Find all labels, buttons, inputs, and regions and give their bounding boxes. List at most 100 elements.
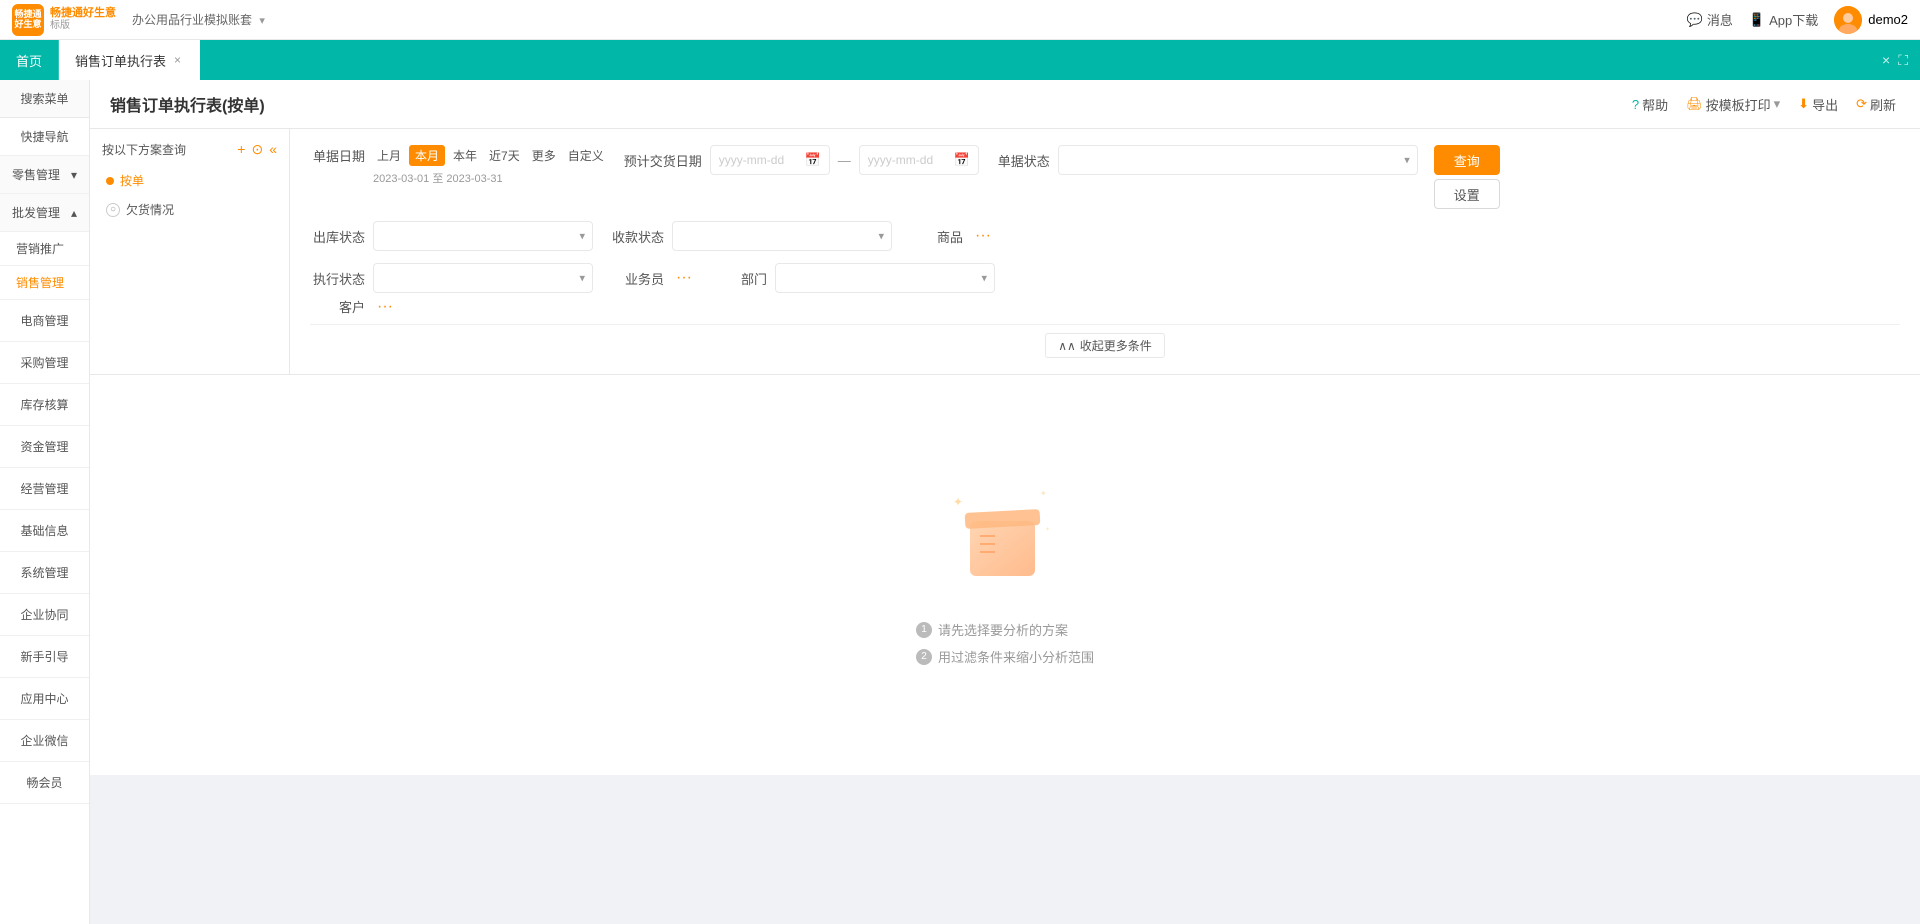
date-tab-more[interactable]: 更多 <box>528 145 560 166</box>
empty-tip-1: 1 请先选择要分析的方案 <box>916 620 1094 639</box>
date-range-expected: yyyy-mm-dd 📅 — yyyy-mm-dd 📅 <box>710 145 979 175</box>
doc-status-label: 单据状态 <box>995 151 1050 170</box>
date-separator: — <box>834 153 855 168</box>
settings-button[interactable]: 设置 <box>1434 179 1500 209</box>
chevron-up-icon: ▴ <box>71 206 77 220</box>
query-btn-area: 查询 设置 <box>1434 145 1500 209</box>
expected-date-label: 预计交货日期 <box>624 151 702 170</box>
date-tab-last-month[interactable]: 上月 <box>373 145 405 166</box>
date-tab-this-month[interactable]: 本月 <box>409 145 445 166</box>
payment-status-select[interactable] <box>672 221 892 251</box>
expected-date-start[interactable]: yyyy-mm-dd 📅 <box>710 145 830 175</box>
customer-dots-btn[interactable]: ··· <box>373 298 397 316</box>
svg-text:✦: ✦ <box>1040 489 1047 498</box>
query-button[interactable]: 查询 <box>1434 145 1500 175</box>
filter-scheme-header: 按以下方案查询 + ⊙ « <box>90 141 289 166</box>
sidebar-item-operations[interactable]: 经营管理 <box>0 468 89 510</box>
exec-status-select[interactable] <box>373 263 593 293</box>
filter-doc-date: 单据日期 上月 本月 本年 近7天 更多 自定义 2023-03-0 <box>310 145 608 186</box>
mobile-icon: 📱 <box>1749 12 1765 28</box>
sidebar-item-enterprise-wechat[interactable]: 企业微信 <box>0 720 89 762</box>
collapse-button[interactable]: ∧∧ 收起更多条件 <box>1045 333 1165 358</box>
tab-bar-actions: × ⛶ <box>1870 40 1920 80</box>
sidebar-item-finance[interactable]: 资金管理 <box>0 426 89 468</box>
empty-box-svg: ✦ ✦ ✦ <box>945 476 1065 596</box>
filter-row-2: 出库状态 收款状态 <box>310 221 1900 251</box>
app-logo: 畅捷通好生意 <box>12 4 44 36</box>
filter-row-1: 单据日期 上月 本月 本年 近7天 更多 自定义 2023-03-0 <box>310 145 1900 209</box>
logo-text: 畅捷通好生意 标版 <box>50 7 116 32</box>
goods-dots-btn[interactable]: ··· <box>971 227 995 245</box>
empty-tips: 1 请先选择要分析的方案 2 用过滤条件来缩小分析范围 <box>916 620 1094 674</box>
salesman-dots-btn[interactable]: ··· <box>672 269 696 287</box>
filter-department: 部门 <box>712 263 995 293</box>
add-scheme-icon[interactable]: + <box>237 141 245 158</box>
template-print-dropdown-icon[interactable]: ▾ <box>1774 96 1781 112</box>
sidebar-item-enterprise[interactable]: 企业协同 <box>0 594 89 636</box>
chevron-down-icon: ▾ <box>71 168 77 182</box>
department-select[interactable] <box>775 263 995 293</box>
empty-illustration: ✦ ✦ ✦ <box>945 476 1065 596</box>
ship-status-select[interactable] <box>373 221 593 251</box>
calendar-start-icon: 📅 <box>805 152 821 168</box>
filter-expected-date: 预计交货日期 yyyy-mm-dd 📅 — yyyy-mm-dd 📅 <box>624 145 979 175</box>
content-area: 销售订单执行表(按单) ? 帮助 🖨 按模板打印 ▾ ⬇ 导出 ⟳ 刷新 <box>90 80 1920 924</box>
sidebar: 搜索菜单 快捷导航 零售管理 ▾ 批发管理 ▴ 营销推广 销售管理 电商管理 采… <box>0 80 90 924</box>
help-button[interactable]: ? 帮助 <box>1628 93 1672 116</box>
scheme-active-dot <box>106 177 114 185</box>
refresh-icon: ⟳ <box>1856 96 1867 112</box>
refresh-button[interactable]: ⟳ 刷新 <box>1852 93 1900 116</box>
tip-num-2: 2 <box>916 649 932 665</box>
tab-close-button[interactable]: × <box>1882 52 1890 68</box>
username: demo2 <box>1868 12 1908 27</box>
date-tab-7days[interactable]: 近7天 <box>485 145 524 166</box>
sidebar-item-wholesale[interactable]: 批发管理 ▴ <box>0 194 89 232</box>
date-tab-this-year[interactable]: 本年 <box>449 145 481 166</box>
customer-label: 客户 <box>310 297 365 316</box>
department-label: 部门 <box>712 269 767 288</box>
sidebar-item-basic[interactable]: 基础信息 <box>0 510 89 552</box>
tab-home[interactable]: 首页 <box>0 40 59 80</box>
sidebar-item-member[interactable]: 畅会员 <box>0 762 89 804</box>
exec-status-select-wrapper <box>373 263 593 293</box>
message-icon: 💬 <box>1687 12 1703 28</box>
tab-maximize-button[interactable]: ⛶ <box>1898 52 1908 69</box>
date-tab-custom[interactable]: 自定义 <box>564 145 608 166</box>
sidebar-item-system[interactable]: 系统管理 <box>0 552 89 594</box>
doc-date-label: 单据日期 <box>310 146 365 165</box>
collapse-up-icon: ∧∧ <box>1058 339 1076 353</box>
collapse-scheme-icon[interactable]: « <box>269 141 277 158</box>
user-menu[interactable]: demo2 <box>1834 6 1908 34</box>
dropdown-icon[interactable]: ▾ <box>259 15 265 27</box>
sidebar-item-new-guide[interactable]: 新手引导 <box>0 636 89 678</box>
sidebar-item-purchase[interactable]: 采购管理 <box>0 342 89 384</box>
edit-scheme-icon[interactable]: ⊙ <box>251 141 263 158</box>
scheme-option-press-order[interactable]: 按单 <box>90 166 289 195</box>
sidebar-sub-marketing[interactable]: 营销推广 <box>0 232 89 266</box>
empty-tip-2: 2 用过滤条件来缩小分析范围 <box>916 647 1094 666</box>
sidebar-item-ecommerce[interactable]: 电商管理 <box>0 300 89 342</box>
filter-conditions: 单据日期 上月 本月 本年 近7天 更多 自定义 2023-03-0 <box>290 129 1920 374</box>
sidebar-sub-sales[interactable]: 销售管理 <box>0 266 89 300</box>
sidebar-item-app-center[interactable]: 应用中心 <box>0 678 89 720</box>
message-button[interactable]: 💬 消息 <box>1687 10 1733 29</box>
scheme-option-owed-goods[interactable]: ○ 欠货情况 <box>90 195 289 224</box>
sidebar-search-menu[interactable]: 搜索菜单 <box>0 80 89 118</box>
scheme-icons: + ⊙ « <box>237 141 277 158</box>
sidebar-item-retail[interactable]: 零售管理 ▾ <box>0 156 89 194</box>
page-title: 销售订单执行表(按单) <box>110 92 265 116</box>
template-print-button[interactable]: 🖨 按模板打印 ▾ <box>1682 93 1784 116</box>
svg-text:✦: ✦ <box>1045 526 1050 533</box>
date-tabs: 上月 本月 本年 近7天 更多 自定义 <box>373 145 608 166</box>
payment-status-label: 收款状态 <box>609 227 664 246</box>
filter-ship-status: 出库状态 <box>310 221 593 251</box>
tab-sales-order-exec[interactable]: 销售订单执行表 × <box>59 40 200 80</box>
filter-doc-status: 单据状态 <box>995 145 1418 175</box>
doc-status-select[interactable] <box>1058 145 1418 175</box>
expected-date-end[interactable]: yyyy-mm-dd 📅 <box>859 145 979 175</box>
sidebar-item-inventory[interactable]: 库存核算 <box>0 384 89 426</box>
app-download-button[interactable]: 📱 App下载 <box>1749 10 1818 29</box>
tab-close-icon[interactable]: × <box>172 53 183 67</box>
export-button[interactable]: ⬇ 导出 <box>1794 93 1842 116</box>
sidebar-quick-nav[interactable]: 快捷导航 <box>0 118 89 156</box>
